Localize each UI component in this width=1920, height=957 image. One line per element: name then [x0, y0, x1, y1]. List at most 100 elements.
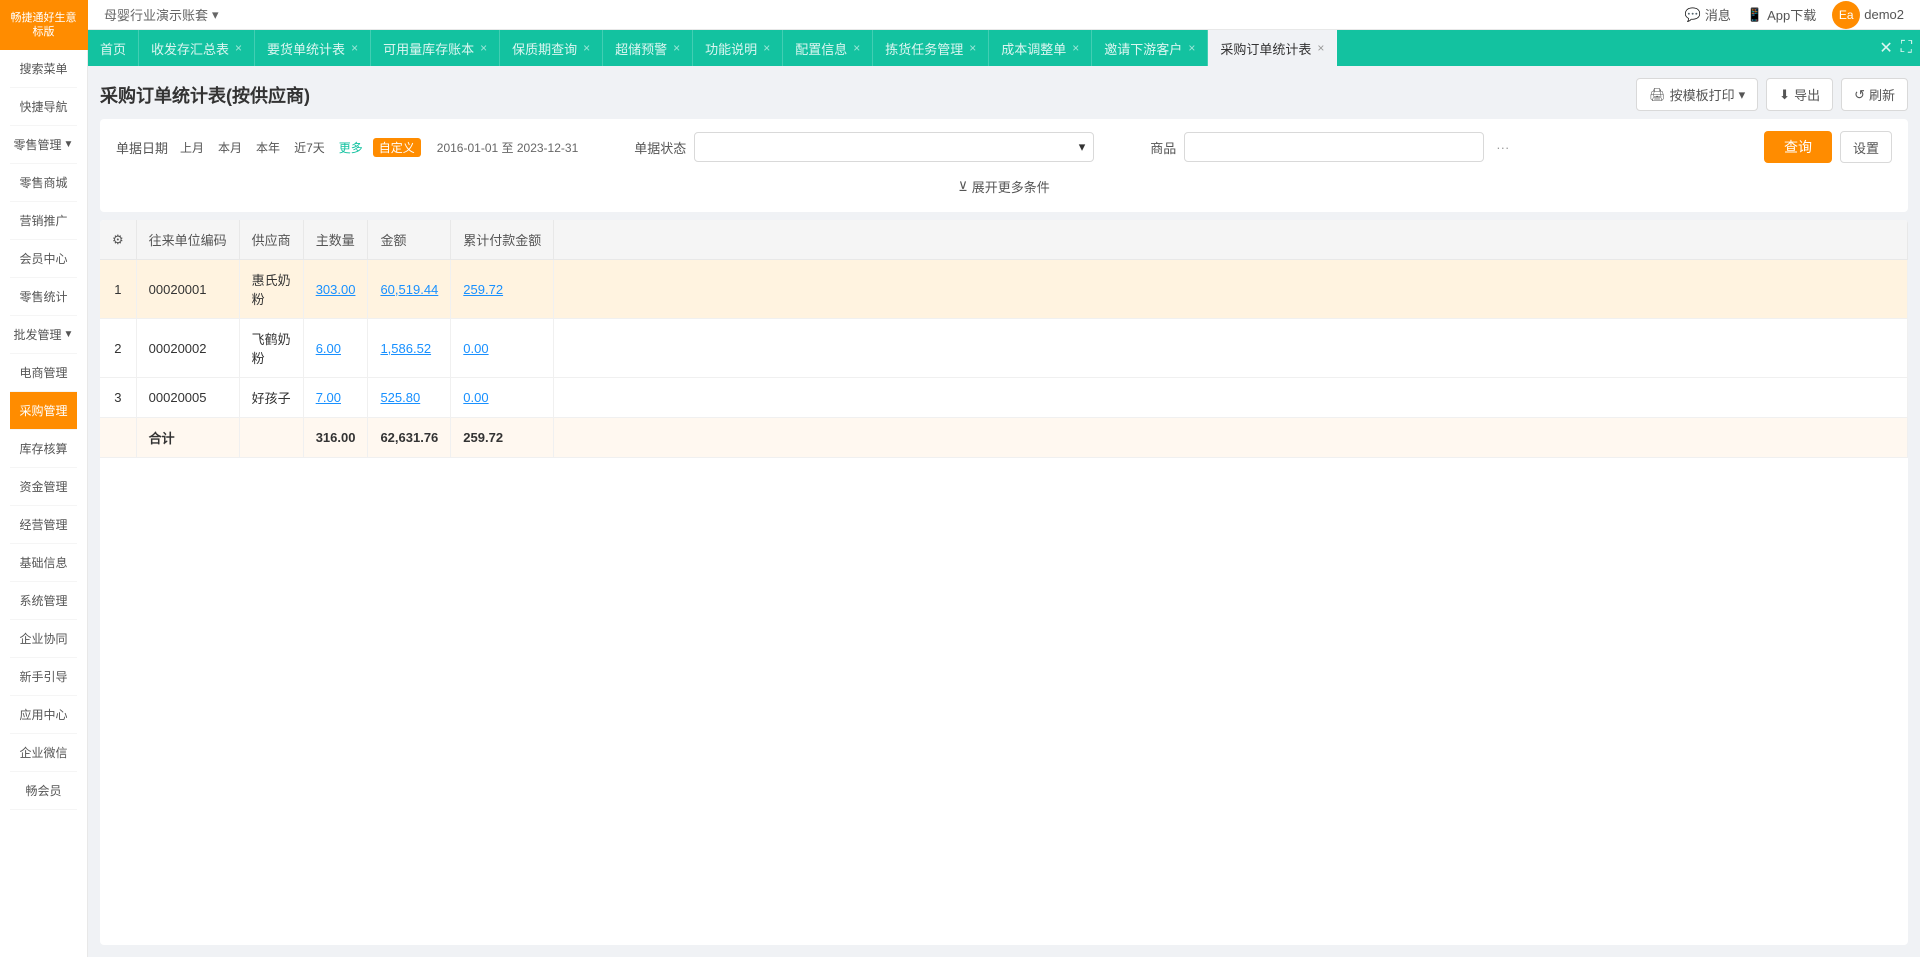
- workspace-selector[interactable]: 母婴行业演示账套 ▾: [104, 5, 219, 24]
- footer-quantity: 316.00: [303, 418, 368, 458]
- cell-code-1: 00020002: [136, 319, 239, 378]
- tab-close-all-icon[interactable]: ✕: [1879, 38, 1892, 58]
- shortcut-last-month[interactable]: 上月: [176, 137, 208, 158]
- cell-supplier-2: 好孩子: [239, 378, 303, 418]
- sidebar-item-8[interactable]: 电商管理: [10, 354, 78, 392]
- cell-quantity-1[interactable]: 6.00: [303, 319, 368, 378]
- tab-close-1[interactable]: ×: [235, 41, 242, 55]
- table-row: 100020001惠氏奶粉303.0060,519.44259.72: [100, 260, 1908, 319]
- sidebar-item-7[interactable]: 批发管理▼: [10, 316, 78, 354]
- tab-close-9[interactable]: ×: [1072, 41, 1079, 55]
- sidebar-item-15[interactable]: 企业协同: [10, 620, 78, 658]
- cell-amount-2[interactable]: 525.80: [368, 378, 451, 418]
- tab-label-7: 配置信息: [795, 39, 847, 58]
- tab-close-8[interactable]: ×: [969, 41, 976, 55]
- shortcut-more[interactable]: 更多: [335, 137, 367, 158]
- tabbar: 首页收发存汇总表×要货单统计表×可用量库存账本×保质期查询×超储预警×功能说明×…: [88, 30, 1920, 66]
- sidebar-item-6[interactable]: 零售统计: [10, 278, 78, 316]
- tab-close-5[interactable]: ×: [673, 41, 680, 55]
- status-select[interactable]: ▾: [694, 132, 1094, 162]
- tab-2[interactable]: 要货单统计表×: [255, 30, 371, 66]
- date-range-display: 2016-01-01 至 2023-12-31: [437, 139, 578, 156]
- sidebar-item-13[interactable]: 基础信息: [10, 544, 78, 582]
- chevron-down-icon: ▼: [64, 329, 74, 340]
- export-button[interactable]: ⬇ 导出: [1766, 78, 1833, 111]
- footer-empty-index: [100, 418, 136, 458]
- col-code: 往来单位编码: [136, 220, 239, 260]
- cell-amount-1[interactable]: 1,586.52: [368, 319, 451, 378]
- footer-paid: 259.72: [451, 418, 554, 458]
- sidebar-item-0[interactable]: 搜索菜单: [10, 50, 78, 88]
- tab-7[interactable]: 配置信息 ×: [783, 30, 873, 66]
- footer-extra: [554, 418, 1908, 458]
- sidebar-item-17[interactable]: 应用中心: [10, 696, 78, 734]
- sidebar-item-14[interactable]: 系统管理: [10, 582, 78, 620]
- tab-5[interactable]: 超储预警 ×: [603, 30, 693, 66]
- tab-close-3[interactable]: ×: [480, 41, 487, 55]
- tab-label-6: 功能说明: [705, 39, 757, 58]
- tab-3[interactable]: 可用量库存账本×: [371, 30, 500, 66]
- sidebar-item-2[interactable]: 零售管理▼: [10, 126, 78, 164]
- shortcut-this-year[interactable]: 本年: [252, 137, 284, 158]
- app-download-btn[interactable]: 📱 App下载: [1747, 5, 1816, 24]
- sidebar-item-12[interactable]: 经营管理: [10, 506, 78, 544]
- col-settings[interactable]: ⚙: [100, 220, 136, 260]
- sidebar-item-11[interactable]: 资金管理: [10, 468, 78, 506]
- footer-label: 合计: [136, 418, 239, 458]
- chevron-down-icon: ▼: [64, 139, 74, 150]
- tab-close-10[interactable]: ×: [1188, 41, 1195, 55]
- sidebar-item-3[interactable]: 零售商城: [10, 164, 78, 202]
- tab-8[interactable]: 拣货任务管理 ×: [873, 30, 989, 66]
- template-print-button[interactable]: 🖨 按模板打印 ▾: [1636, 78, 1758, 111]
- cell-quantity-0[interactable]: 303.00: [303, 260, 368, 319]
- tab-label-1: 收发存汇总表: [151, 39, 229, 58]
- user-profile[interactable]: Ea demo2: [1832, 1, 1904, 29]
- sidebar-item-18[interactable]: 企业微信: [10, 734, 78, 772]
- tab-close-7[interactable]: ×: [853, 41, 860, 55]
- tab-1[interactable]: 收发存汇总表 ×: [139, 30, 255, 66]
- tab-maximize-icon[interactable]: ⛶: [1901, 39, 1912, 57]
- cell-paid-2[interactable]: 0.00: [451, 378, 554, 418]
- custom-date-tag[interactable]: 自定义: [373, 138, 421, 157]
- message-btn[interactable]: 💬 消息: [1685, 5, 1731, 24]
- tab-11[interactable]: 采购订单统计表×: [1208, 30, 1337, 66]
- sidebar-item-16[interactable]: 新手引导: [10, 658, 78, 696]
- refresh-button[interactable]: ↺ 刷新: [1841, 78, 1908, 111]
- expand-more-btn[interactable]: ⊻ 展开更多条件: [116, 173, 1892, 200]
- settings-button[interactable]: 设置: [1840, 131, 1892, 163]
- cell-amount-0[interactable]: 60,519.44: [368, 260, 451, 319]
- sidebar-item-4[interactable]: 营销推广: [10, 202, 78, 240]
- tab-10[interactable]: 邀请下游客户×: [1092, 30, 1208, 66]
- settings-icon[interactable]: ⚙: [112, 232, 124, 247]
- cell-quantity-2[interactable]: 7.00: [303, 378, 368, 418]
- cell-index-1: 2: [100, 319, 136, 378]
- tab-close-4[interactable]: ×: [583, 41, 590, 55]
- goods-input[interactable]: [1184, 132, 1484, 162]
- tab-0[interactable]: 首页: [88, 30, 139, 66]
- tab-9[interactable]: 成本调整单×: [989, 30, 1092, 66]
- sidebar-item-19[interactable]: 畅会员: [10, 772, 78, 810]
- table-row: 200020002飞鹤奶粉6.001,586.520.00: [100, 319, 1908, 378]
- tab-4[interactable]: 保质期查询×: [500, 30, 603, 66]
- sidebar-item-5[interactable]: 会员中心: [10, 240, 78, 278]
- tab-label-5: 超储预警: [615, 39, 667, 58]
- cell-supplier-1: 飞鹤奶粉: [239, 319, 303, 378]
- data-table: ⚙ 往来单位编码 供应商 主数量 金额 累计付款金额 100020001惠氏奶粉…: [100, 220, 1908, 458]
- sidebar-item-1[interactable]: 快捷导航: [10, 88, 78, 126]
- cell-extra-2: [554, 378, 1908, 418]
- query-button[interactable]: 查询: [1764, 131, 1832, 163]
- sidebar-item-9[interactable]: 采购管理: [10, 392, 78, 430]
- tab-label-8: 拣货任务管理: [885, 39, 963, 58]
- cell-paid-0[interactable]: 259.72: [451, 260, 554, 319]
- sidebar-item-10[interactable]: 库存核算: [10, 430, 78, 468]
- shortcut-7days[interactable]: 近7天: [290, 137, 329, 158]
- cell-paid-1[interactable]: 0.00: [451, 319, 554, 378]
- table-container: ⚙ 往来单位编码 供应商 主数量 金额 累计付款金额 100020001惠氏奶粉…: [100, 220, 1908, 945]
- tab-close-2[interactable]: ×: [351, 41, 358, 55]
- shortcut-this-month[interactable]: 本月: [214, 137, 246, 158]
- tab-close-6[interactable]: ×: [763, 41, 770, 55]
- tab-close-11[interactable]: ×: [1317, 41, 1324, 55]
- tab-6[interactable]: 功能说明 ×: [693, 30, 783, 66]
- status-label: 单据状态: [634, 138, 686, 157]
- goods-more-icon[interactable]: ···: [1496, 140, 1509, 155]
